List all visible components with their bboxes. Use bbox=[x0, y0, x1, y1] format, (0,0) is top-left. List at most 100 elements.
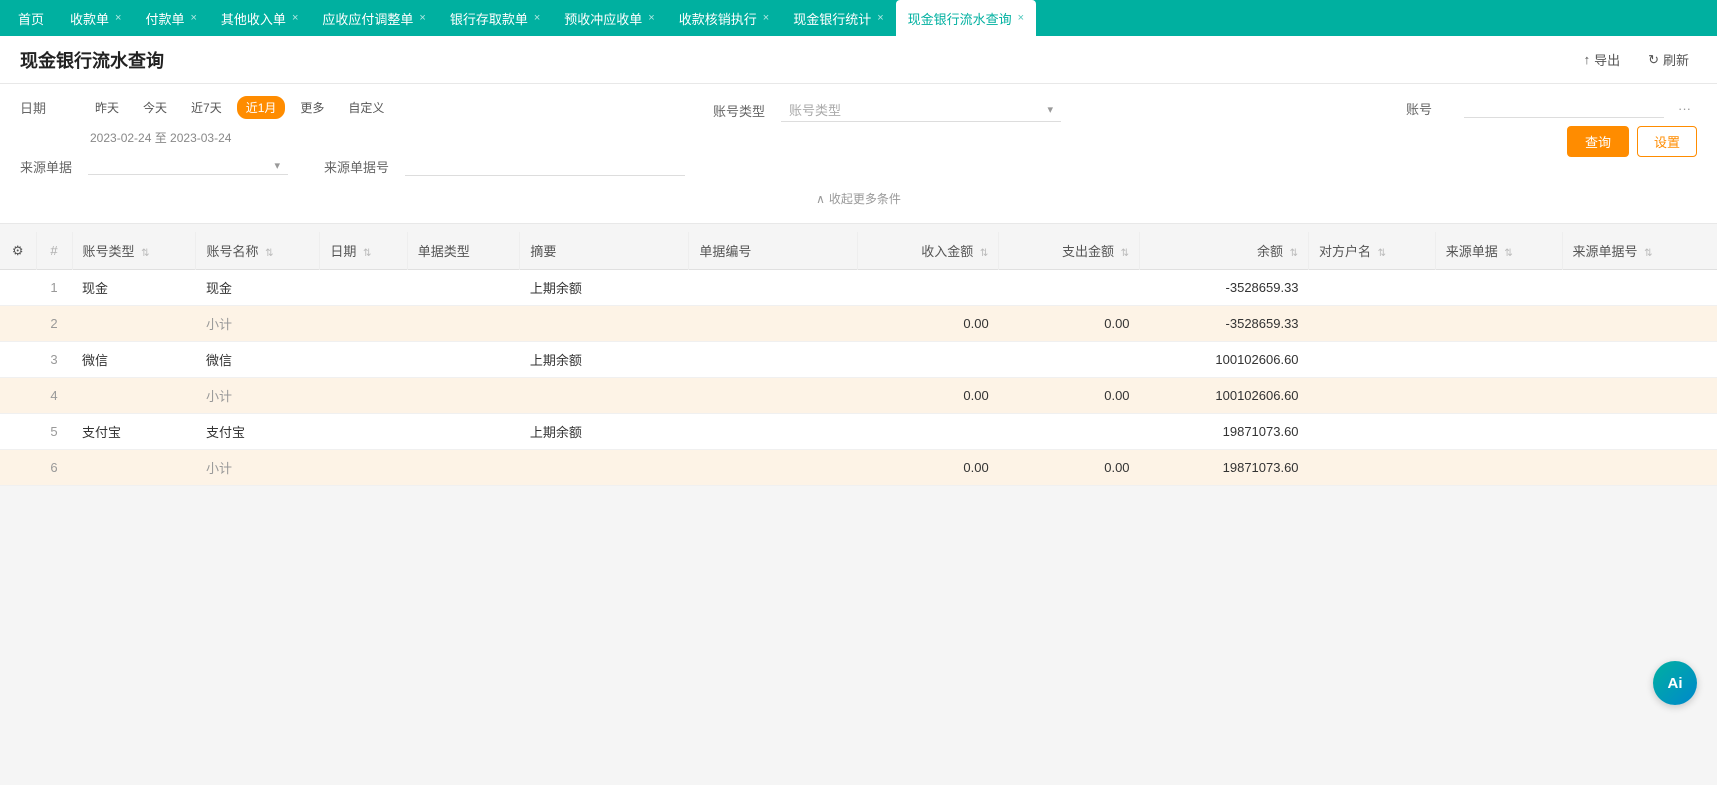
collapse-bar[interactable]: ∧ 收起更多条件 bbox=[20, 186, 1697, 211]
th-expense[interactable]: 支出金额 ⇅ bbox=[999, 232, 1140, 270]
source-doc-num-cell bbox=[1562, 378, 1717, 414]
nav-item-yingshou[interactable]: 应收应付调整单 × bbox=[310, 0, 437, 36]
table-row: 1现金现金上期余额-3528659.33 bbox=[0, 270, 1717, 306]
date-cell bbox=[320, 270, 407, 306]
th-summary[interactable]: 摘要 bbox=[520, 232, 689, 270]
source-doc-num-cell bbox=[1562, 270, 1717, 306]
th-date[interactable]: 日期 ⇅ bbox=[320, 232, 407, 270]
close-icon[interactable]: × bbox=[115, 12, 121, 24]
account-name-cell: 小计 bbox=[196, 306, 320, 342]
row-gear-cell bbox=[0, 450, 36, 486]
th-account-name[interactable]: 账号名称 ⇅ bbox=[196, 232, 320, 270]
close-icon[interactable]: × bbox=[763, 12, 769, 24]
account-type-select[interactable]: 账号类型 ▾ bbox=[781, 98, 1061, 122]
doc-type-cell bbox=[407, 342, 520, 378]
close-icon[interactable]: × bbox=[1018, 12, 1024, 24]
nav-item-tongji[interactable]: 现金银行统计 × bbox=[781, 0, 895, 36]
refresh-button[interactable]: ↻ 刷新 bbox=[1640, 46, 1697, 73]
close-icon[interactable]: × bbox=[877, 12, 883, 24]
chevron-down-icon: ▾ bbox=[1047, 103, 1053, 116]
account-type-cell: 支付宝 bbox=[72, 414, 196, 450]
balance-cell: -3528659.33 bbox=[1140, 270, 1309, 306]
counterpart-cell bbox=[1309, 342, 1436, 378]
date-cell bbox=[320, 342, 407, 378]
date-cell bbox=[320, 414, 407, 450]
th-doc-type[interactable]: 单据类型 bbox=[407, 232, 520, 270]
nav-item-shoukuanhexiao[interactable]: 收款核销执行 × bbox=[667, 0, 781, 36]
source-doc-cell bbox=[1435, 378, 1562, 414]
nav-item-yushou[interactable]: 预收冲应收单 × bbox=[552, 0, 666, 36]
expense-cell bbox=[999, 342, 1140, 378]
settings-button[interactable]: 设置 bbox=[1637, 126, 1697, 157]
source-doc-num-cell bbox=[1562, 306, 1717, 342]
th-gear[interactable]: ⚙ bbox=[0, 232, 36, 270]
th-doc-num[interactable]: 单据编号 bbox=[689, 232, 858, 270]
account-name-cell: 现金 bbox=[196, 270, 320, 306]
account-type-label: 账号类型 bbox=[713, 101, 765, 120]
source-doc-cell bbox=[1435, 450, 1562, 486]
expense-cell: 0.00 bbox=[999, 450, 1140, 486]
nav-item-fukuan[interactable]: 付款单 × bbox=[133, 0, 208, 36]
account-name-cell: 支付宝 bbox=[196, 414, 320, 450]
th-counterpart[interactable]: 对方户名 ⇅ bbox=[1309, 232, 1436, 270]
export-button[interactable]: ↑ 导出 bbox=[1576, 46, 1629, 73]
top-nav: 首页 收款单 × 付款单 × 其他收入单 × 应收应付调整单 × 银行存取款单 … bbox=[0, 0, 1717, 36]
doc-num-cell bbox=[689, 450, 858, 486]
date-cell bbox=[320, 450, 407, 486]
account-type-cell: 现金 bbox=[72, 270, 196, 306]
nav-home[interactable]: 首页 bbox=[4, 9, 58, 28]
close-icon[interactable]: × bbox=[292, 12, 298, 24]
summary-cell bbox=[520, 450, 689, 486]
source-doc-select[interactable]: ▾ bbox=[88, 157, 288, 175]
more-options-icon[interactable]: ··· bbox=[1672, 99, 1697, 118]
ai-assistant-button[interactable]: Ai bbox=[1653, 661, 1697, 705]
account-input[interactable] bbox=[1464, 98, 1664, 118]
date-label: 日期 bbox=[20, 98, 70, 117]
close-icon[interactable]: × bbox=[534, 12, 540, 24]
th-source-doc-num[interactable]: 来源单据号 ⇅ bbox=[1562, 232, 1717, 270]
header-actions: ↑ 导出 ↻ 刷新 bbox=[1576, 46, 1697, 73]
nav-item-shoukuan[interactable]: 收款单 × bbox=[58, 0, 133, 36]
date-options: 昨天 今天 近7天 近1月 更多 自定义 bbox=[86, 96, 393, 119]
source-doc-num-input[interactable] bbox=[405, 156, 685, 176]
nav-item-liushui[interactable]: 现金银行流水查询 × bbox=[896, 0, 1036, 36]
date-custom[interactable]: 自定义 bbox=[339, 96, 393, 119]
date-today[interactable]: 今天 bbox=[134, 96, 176, 119]
close-icon[interactable]: × bbox=[190, 12, 196, 24]
th-source-doc[interactable]: 来源单据 ⇅ bbox=[1435, 232, 1562, 270]
summary-cell: 上期余额 bbox=[520, 270, 689, 306]
expense-cell bbox=[999, 414, 1140, 450]
date-yesterday[interactable]: 昨天 bbox=[86, 96, 128, 119]
counterpart-cell bbox=[1309, 414, 1436, 450]
close-icon[interactable]: × bbox=[419, 12, 425, 24]
table-row: 5支付宝支付宝上期余额19871073.60 bbox=[0, 414, 1717, 450]
counterpart-cell bbox=[1309, 306, 1436, 342]
row-num-cell: 2 bbox=[36, 306, 72, 342]
th-account-type[interactable]: 账号类型 ⇅ bbox=[72, 232, 196, 270]
th-income[interactable]: 收入金额 ⇅ bbox=[858, 232, 999, 270]
doc-num-cell bbox=[689, 306, 858, 342]
row-num-cell: 4 bbox=[36, 378, 72, 414]
income-cell bbox=[858, 270, 999, 306]
source-doc-cell bbox=[1435, 306, 1562, 342]
date-1month[interactable]: 近1月 bbox=[237, 96, 286, 119]
account-type-cell bbox=[72, 378, 196, 414]
balance-cell: 19871073.60 bbox=[1140, 450, 1309, 486]
balance-cell: 19871073.60 bbox=[1140, 414, 1309, 450]
close-icon[interactable]: × bbox=[648, 12, 654, 24]
expense-cell: 0.00 bbox=[999, 378, 1140, 414]
date-7days[interactable]: 近7天 bbox=[182, 96, 231, 119]
row-gear-cell bbox=[0, 306, 36, 342]
row-gear-cell bbox=[0, 342, 36, 378]
balance-cell: 100102606.60 bbox=[1140, 342, 1309, 378]
source-doc-num-label: 来源单据号 bbox=[324, 157, 389, 176]
ai-label: Ai bbox=[1668, 675, 1683, 692]
table-row: 3微信微信上期余额100102606.60 bbox=[0, 342, 1717, 378]
query-button[interactable]: 查询 bbox=[1567, 126, 1629, 157]
th-balance[interactable]: 余额 ⇅ bbox=[1140, 232, 1309, 270]
doc-type-cell bbox=[407, 306, 520, 342]
nav-item-yinhang[interactable]: 银行存取款单 × bbox=[438, 0, 552, 36]
nav-item-qita[interactable]: 其他收入单 × bbox=[209, 0, 310, 36]
date-more[interactable]: 更多 bbox=[291, 96, 333, 119]
source-doc-cell bbox=[1435, 414, 1562, 450]
